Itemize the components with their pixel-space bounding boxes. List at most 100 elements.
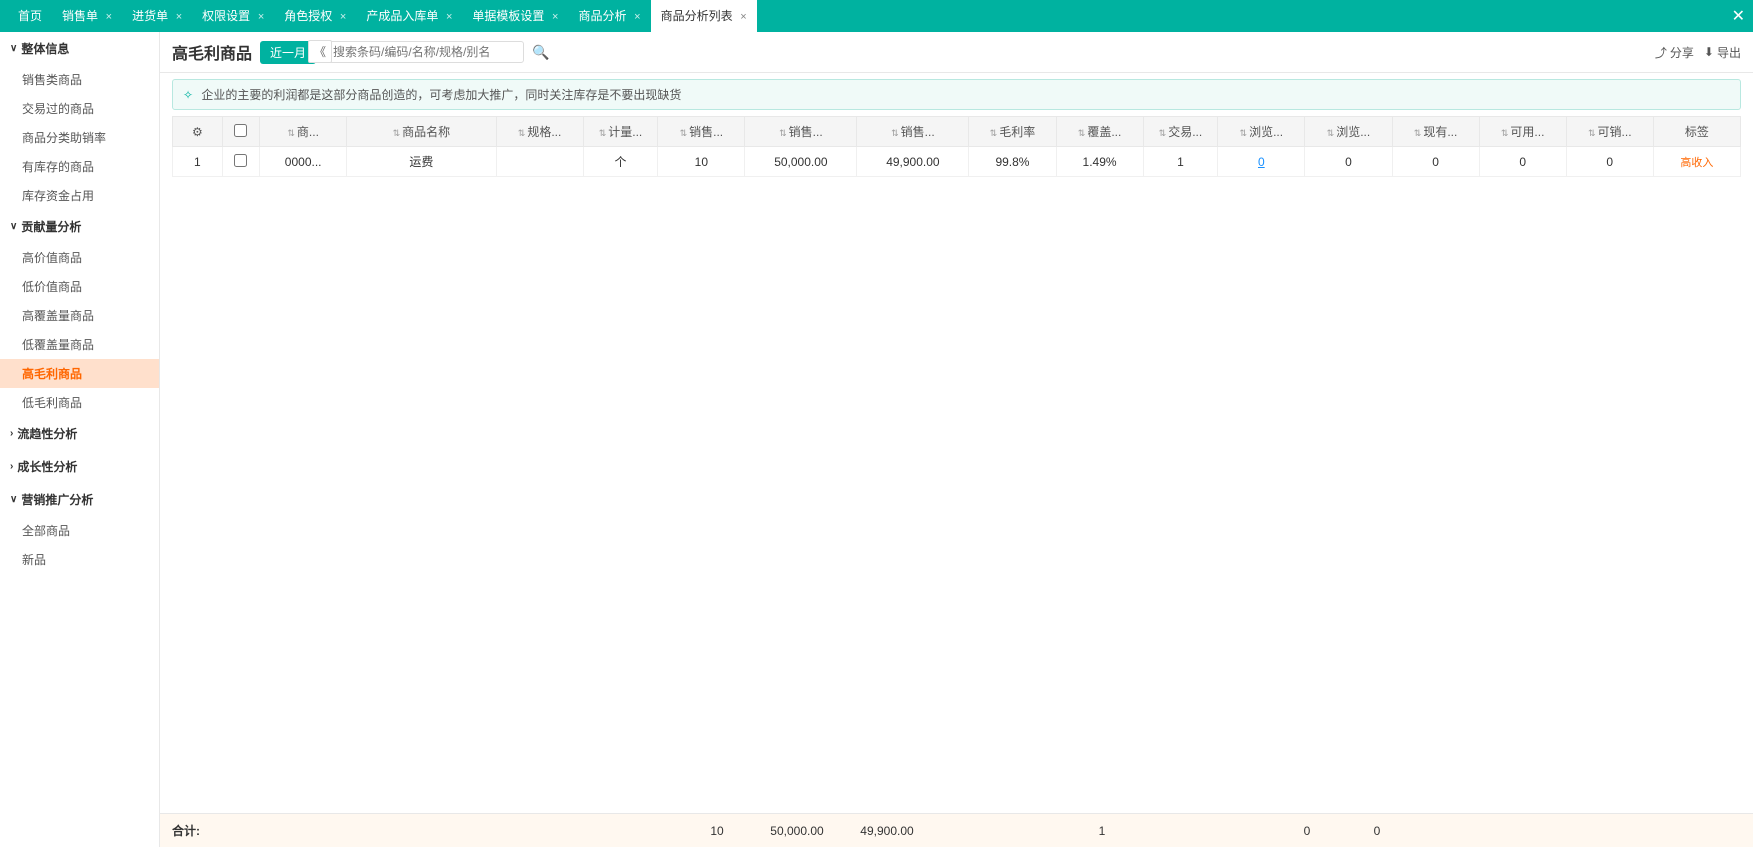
th-settings[interactable]: ⚙ bbox=[173, 117, 223, 147]
cell-sales-qty: 10 bbox=[658, 147, 745, 177]
export-button[interactable]: ⬇ 导出 bbox=[1704, 44, 1741, 61]
arrow-growth: › bbox=[10, 461, 13, 472]
close-sales-tab[interactable]: × bbox=[106, 11, 112, 23]
th-sellable-stock[interactable]: ⇅可销... bbox=[1566, 117, 1653, 147]
sidebar-item-high-margin[interactable]: 高毛利商品 bbox=[0, 359, 159, 388]
page-title: 高毛利商品 bbox=[172, 40, 252, 64]
content-area: 《 高毛利商品 近一月 🔍 ⤴ 分享 ⬇ 导出 ✧ 企业的主要的利润都是这部分商 bbox=[160, 32, 1753, 847]
th-name[interactable]: ⇅商品名称 bbox=[347, 117, 496, 147]
th-gross-rate[interactable]: ⇅毛利率 bbox=[969, 117, 1056, 147]
th-browse-a[interactable]: ⇅浏览... bbox=[1218, 117, 1305, 147]
footer-coverage bbox=[1002, 824, 1072, 838]
close-permissions-tab[interactable]: × bbox=[258, 11, 264, 23]
nav-purchase[interactable]: 进货单 × bbox=[122, 0, 192, 32]
close-analysis-tab[interactable]: × bbox=[634, 11, 640, 23]
sidebar-collapse-button[interactable]: 《 bbox=[308, 40, 332, 63]
footer-sales-amount: 50,000.00 bbox=[752, 824, 842, 838]
sidebar-item-low-coverage[interactable]: 低覆盖量商品 bbox=[0, 330, 159, 359]
nav-product-analysis[interactable]: 商品分析 × bbox=[568, 0, 650, 32]
nav-home[interactable]: 首页 bbox=[8, 0, 52, 32]
sidebar-item-low-margin[interactable]: 低毛利商品 bbox=[0, 388, 159, 417]
footer-label: 合计: bbox=[172, 822, 292, 839]
sidebar: ∨ 整体信息 销售类商品 交易过的商品 商品分类助销率 有库存的商品 库存资金占… bbox=[0, 32, 160, 847]
sidebar-item-all-goods[interactable]: 全部商品 bbox=[0, 516, 159, 545]
info-bar: ✧ 企业的主要的利润都是这部分商品创造的，可考虑加大推广，同时关注库存是不要出现… bbox=[172, 79, 1741, 110]
footer-transactions: 1 bbox=[1072, 824, 1132, 838]
th-sales-amount[interactable]: ⇅销售... bbox=[745, 117, 857, 147]
th-sales-qty[interactable]: ⇅销售... bbox=[658, 117, 745, 147]
sidebar-section-growth[interactable]: › 成长性分析 bbox=[0, 450, 159, 483]
close-roles-tab[interactable]: × bbox=[340, 11, 346, 23]
th-checkbox[interactable] bbox=[222, 117, 259, 147]
info-icon: ✧ bbox=[183, 88, 193, 102]
sidebar-item-sales-goods[interactable]: 销售类商品 bbox=[0, 65, 159, 94]
cell-available-stock: 0 bbox=[1479, 147, 1566, 177]
search-icon[interactable]: 🔍 bbox=[532, 44, 549, 61]
th-code[interactable]: ⇅商... bbox=[260, 117, 347, 147]
close-analysislist-tab[interactable]: × bbox=[740, 11, 746, 23]
sidebar-item-traded-goods[interactable]: 交易过的商品 bbox=[0, 94, 159, 123]
cell-tag: 高收入 bbox=[1653, 147, 1740, 177]
cell-sellable-stock: 0 bbox=[1566, 147, 1653, 177]
table-container[interactable]: ⚙ ⇅商... ⇅商品名称 ⇅规格... ⇅计量... ⇅销售... ⇅销售..… bbox=[160, 116, 1753, 813]
sidebar-item-inventory-capital[interactable]: 库存资金占用 bbox=[0, 181, 159, 210]
arrow-trend: › bbox=[10, 428, 13, 439]
close-stockin-tab[interactable]: × bbox=[446, 11, 452, 23]
close-template-tab[interactable]: × bbox=[552, 11, 558, 23]
cell-sales-cost: 49,900.00 bbox=[857, 147, 969, 177]
nav-template[interactable]: 单据模板设置 × bbox=[462, 0, 568, 32]
sidebar-section-marketing[interactable]: ∨ 营销推广分析 bbox=[0, 483, 159, 516]
sidebar-item-new-goods[interactable]: 新品 bbox=[0, 545, 159, 574]
nav-analysis-list[interactable]: 商品分析列表 × bbox=[651, 0, 757, 32]
cell-browse-a[interactable]: 0 bbox=[1218, 147, 1305, 177]
nav-roles[interactable]: 角色授权 × bbox=[274, 0, 356, 32]
th-unit[interactable]: ⇅计量... bbox=[583, 117, 658, 147]
close-purchase-tab[interactable]: × bbox=[176, 11, 182, 23]
th-transactions[interactable]: ⇅交易... bbox=[1143, 117, 1218, 147]
arrow-contribution: ∨ bbox=[10, 221, 17, 232]
cell-transactions: 1 bbox=[1143, 147, 1218, 177]
footer-spacer4 bbox=[432, 824, 552, 838]
nav-stock-in[interactable]: 产成品入库单 × bbox=[356, 0, 462, 32]
row-checkbox[interactable] bbox=[234, 154, 247, 167]
cell-checkbox[interactable] bbox=[222, 147, 259, 177]
sidebar-section-trend[interactable]: › 流趋性分析 bbox=[0, 417, 159, 450]
th-spec[interactable]: ⇅规格... bbox=[496, 117, 583, 147]
th-sales-cost[interactable]: ⇅销售... bbox=[857, 117, 969, 147]
search-input[interactable] bbox=[324, 41, 524, 63]
footer-available-stock: 0 bbox=[1342, 824, 1412, 838]
select-all-checkbox[interactable] bbox=[234, 124, 247, 137]
footer-gross-rate bbox=[932, 824, 1002, 838]
nav-permissions[interactable]: 权限设置 × bbox=[192, 0, 274, 32]
nav-sales[interactable]: 销售单 × bbox=[52, 0, 122, 32]
data-table: ⚙ ⇅商... ⇅商品名称 ⇅规格... ⇅计量... ⇅销售... ⇅销售..… bbox=[172, 116, 1741, 177]
sidebar-item-low-value[interactable]: 低价值商品 bbox=[0, 272, 159, 301]
th-current-stock[interactable]: ⇅现有... bbox=[1392, 117, 1479, 147]
th-coverage[interactable]: ⇅覆盖... bbox=[1056, 117, 1143, 147]
cell-unit: 个 bbox=[583, 147, 658, 177]
footer-spacer3 bbox=[362, 824, 432, 838]
window-close-button[interactable]: ✕ bbox=[1732, 6, 1745, 26]
sidebar-item-in-stock[interactable]: 有库存的商品 bbox=[0, 152, 159, 181]
cell-sales-amount: 50,000.00 bbox=[745, 147, 857, 177]
share-icon: ⤴ bbox=[1655, 44, 1667, 61]
sidebar-item-high-value[interactable]: 高价值商品 bbox=[0, 243, 159, 272]
footer-browse-a bbox=[1132, 824, 1202, 838]
footer-values: 10 50,000.00 49,900.00 1 0 0 bbox=[292, 824, 1741, 838]
sidebar-item-category-sales-rate[interactable]: 商品分类助销率 bbox=[0, 123, 159, 152]
footer-spacer5 bbox=[552, 824, 622, 838]
footer-bar: 合计: 10 50,000.00 49,900.00 1 0 0 bbox=[160, 813, 1753, 847]
share-button[interactable]: ⤴ 分享 bbox=[1655, 44, 1694, 61]
sidebar-section-overall[interactable]: ∨ 整体信息 bbox=[0, 32, 159, 65]
sidebar-section-contribution[interactable]: ∨ 贡献量分析 bbox=[0, 210, 159, 243]
cell-name: 运费 bbox=[347, 147, 496, 177]
top-nav: 首页 销售单 × 进货单 × 权限设置 × 角色授权 × 产成品入库单 × 单据… bbox=[0, 0, 1753, 32]
cell-index: 1 bbox=[173, 147, 223, 177]
cell-coverage: 1.49% bbox=[1056, 147, 1143, 177]
footer-spacer2 bbox=[332, 824, 362, 838]
th-available-stock[interactable]: ⇅可用... bbox=[1479, 117, 1566, 147]
th-browse-b[interactable]: ⇅浏览... bbox=[1305, 117, 1392, 147]
footer-current-stock: 0 bbox=[1272, 824, 1342, 838]
sidebar-item-high-coverage[interactable]: 高覆盖量商品 bbox=[0, 301, 159, 330]
footer-sales-qty: 10 bbox=[682, 824, 752, 838]
